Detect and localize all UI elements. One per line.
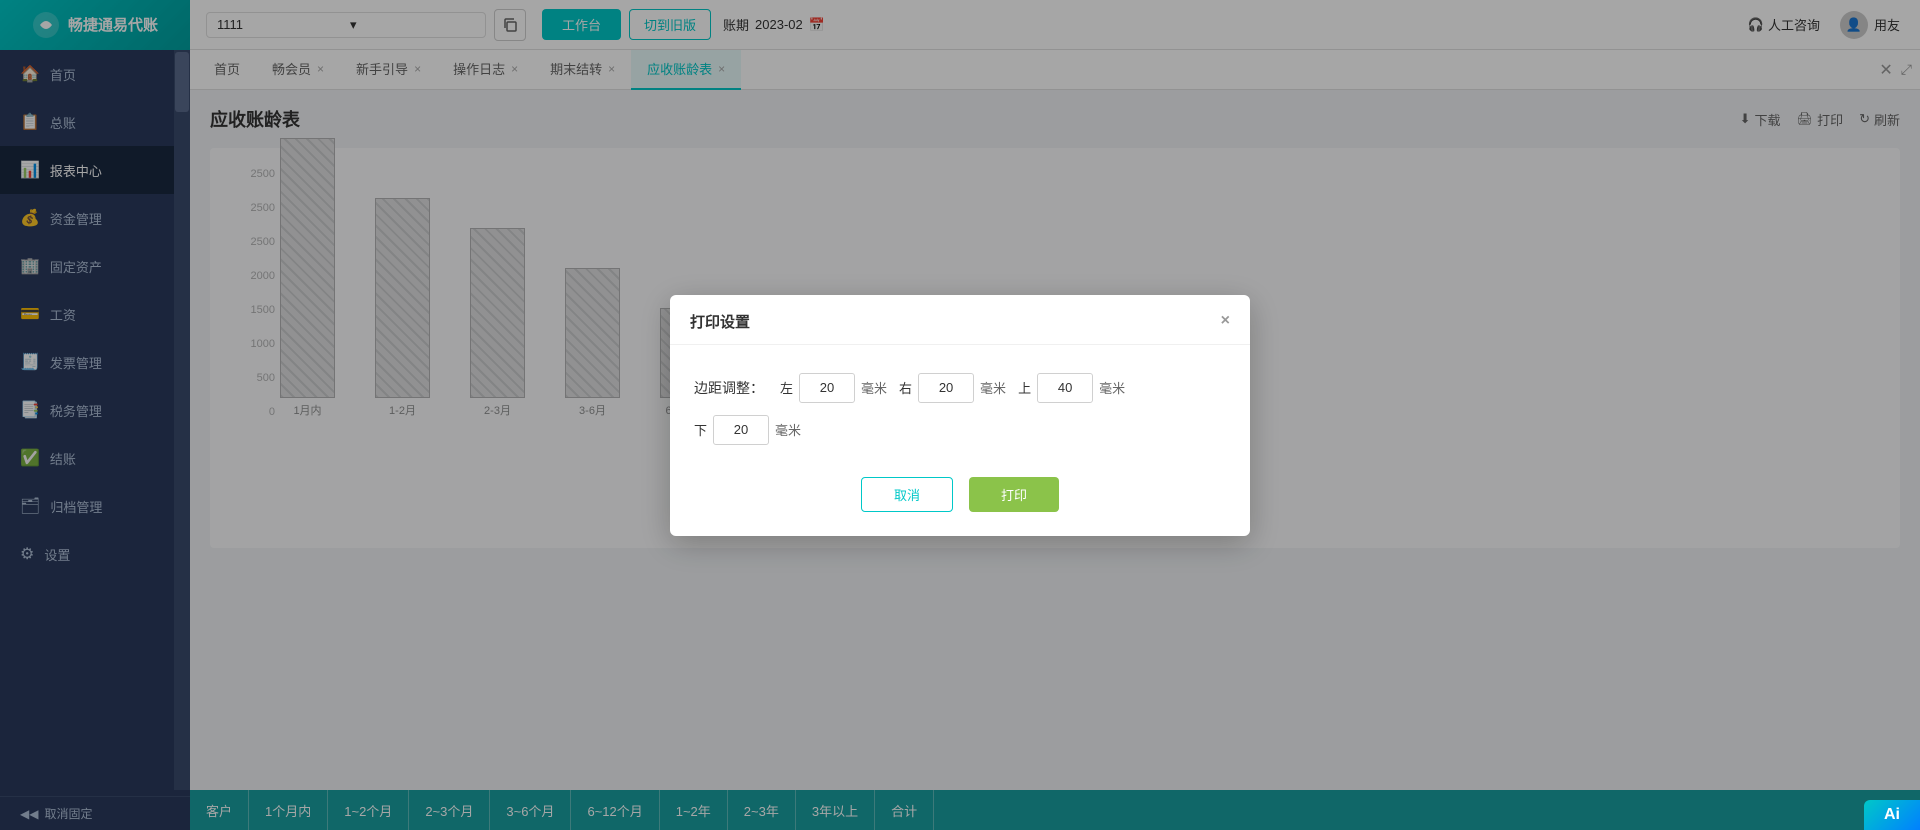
left-margin-input[interactable] [799,373,855,403]
top-direction-label: 上 [1018,378,1031,397]
margin-bottom-group: 下 毫米 [694,415,801,445]
dialog-close-button[interactable]: × [1221,312,1230,330]
right-direction-label: 右 [899,378,912,397]
dialog-body: 边距调整： 左 毫米 右 毫米 上 毫米 下 [670,345,1250,465]
right-unit-label: 毫米 [980,378,1006,397]
ai-badge-text: Ai [1884,806,1900,823]
ai-badge[interactable]: Ai [1864,800,1920,830]
print-button[interactable]: 打印 [969,477,1059,512]
bottom-unit-label: 毫米 [775,420,801,439]
dialog-footer: 取消 打印 [670,465,1250,536]
bottom-direction-label: 下 [694,420,707,439]
modal-overlay[interactable]: 打印设置 × 边距调整： 左 毫米 右 毫米 上 [0,0,1920,830]
top-margin-input[interactable] [1037,373,1093,403]
cancel-button[interactable]: 取消 [861,477,953,512]
left-direction-label: 左 [780,378,793,397]
margin-adjust-label: 边距调整： [694,378,764,398]
margin-left-group: 左 毫米 [780,373,887,403]
margin-top-group: 上 毫米 [1018,373,1125,403]
margin-right-group: 右 毫米 [899,373,1006,403]
top-unit-label: 毫米 [1099,378,1125,397]
left-unit-label: 毫米 [861,378,887,397]
bottom-margin-input[interactable] [713,415,769,445]
right-margin-input[interactable] [918,373,974,403]
dialog-title: 打印设置 [690,311,750,332]
print-settings-dialog: 打印设置 × 边距调整： 左 毫米 右 毫米 上 [670,295,1250,536]
margin-row: 边距调整： 左 毫米 右 毫米 上 毫米 下 [694,373,1226,445]
dialog-header: 打印设置 × [670,295,1250,345]
